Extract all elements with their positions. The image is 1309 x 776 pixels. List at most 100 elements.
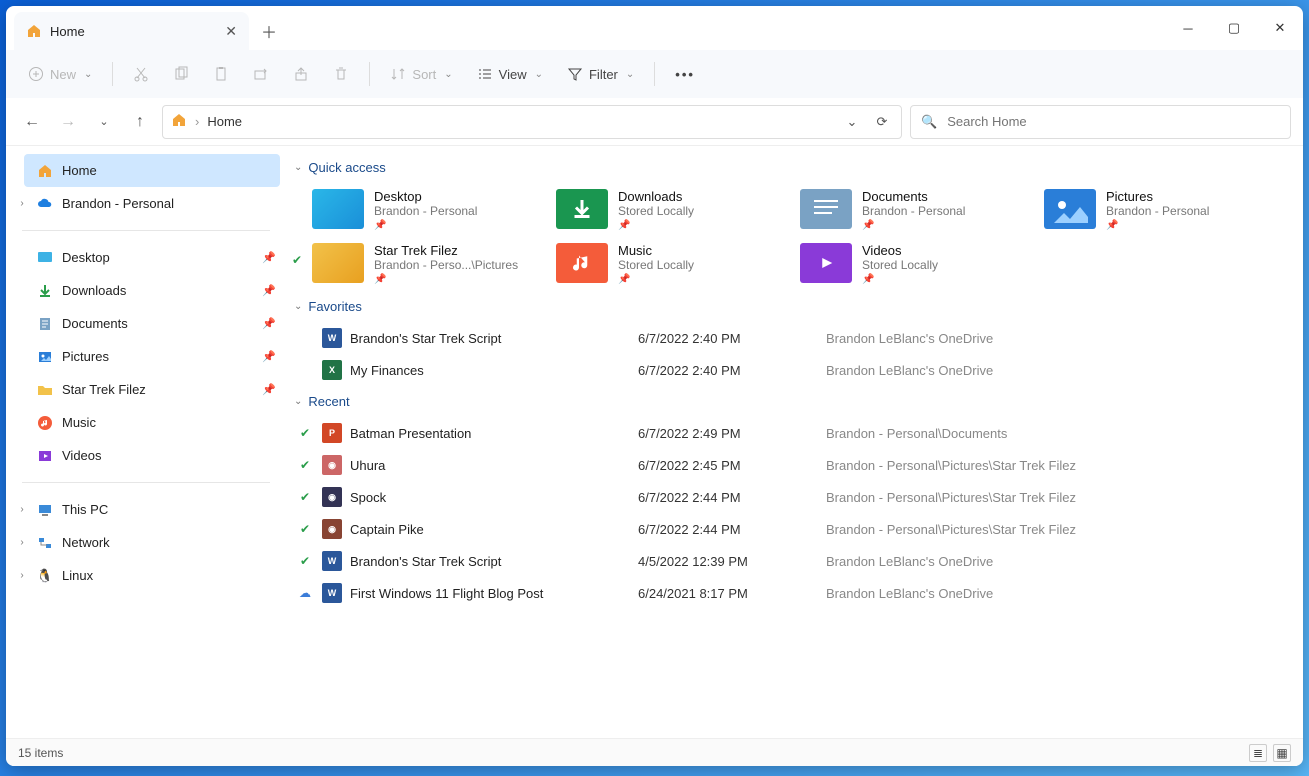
quick-access-item[interactable]: ✔ Star Trek Filez Brandon - Perso...\Pic… — [308, 239, 548, 289]
downloads-icon — [36, 282, 54, 300]
sidebar-item-downloads[interactable]: Downloads📌 — [6, 274, 286, 307]
sidebar-item-videos[interactable]: Videos — [6, 439, 286, 472]
thumbnails-view-button[interactable]: ▦ — [1273, 744, 1291, 762]
close-tab-icon[interactable]: ✕ — [225, 23, 237, 40]
pin-icon: 📌 — [262, 284, 276, 297]
share-button[interactable] — [283, 60, 319, 88]
view-button[interactable]: View ⌄ — [467, 60, 553, 88]
more-button[interactable]: ••• — [665, 61, 705, 88]
expand-icon[interactable]: › — [16, 537, 28, 548]
file-name: Uhura — [350, 458, 630, 473]
sidebar-item-linux[interactable]: › 🐧 Linux — [6, 559, 286, 592]
file-row[interactable]: ☁ W First Windows 11 Flight Blog Post 6/… — [296, 577, 1291, 609]
file-name: Captain Pike — [350, 522, 630, 537]
file-location: Brandon LeBlanc's OneDrive — [826, 586, 993, 601]
recent-locations-button[interactable]: ⌄ — [90, 108, 118, 136]
quick-access-item[interactable]: Videos Stored Locally 📌 — [796, 239, 1036, 289]
quick-access-item[interactable]: Documents Brandon - Personal 📌 — [796, 185, 1036, 235]
qa-name: Documents — [862, 189, 965, 204]
qa-sub: Stored Locally — [618, 258, 694, 272]
item-count: 15 items — [18, 746, 63, 760]
favorites-list: W Brandon's Star Trek Script 6/7/2022 2:… — [290, 320, 1291, 388]
qa-name: Desktop — [374, 189, 477, 204]
file-row[interactable]: ✔ W Brandon's Star Trek Script 4/5/2022 … — [296, 545, 1291, 577]
minimize-button[interactable]: ─ — [1165, 6, 1211, 50]
details-view-button[interactable]: ≣ — [1249, 744, 1267, 762]
file-row[interactable]: X My Finances 6/7/2022 2:40 PM Brandon L… — [296, 354, 1291, 386]
sidebar-item-music[interactable]: Music — [6, 406, 286, 439]
sidebar: Home › Brandon - Personal Desktop📌 Downl… — [6, 146, 286, 738]
file-type-icon: P — [322, 423, 342, 443]
section-recent[interactable]: ⌄ Recent — [290, 388, 1291, 415]
file-type-icon: X — [322, 360, 342, 380]
history-dropdown-button[interactable]: ⌄ — [841, 114, 863, 130]
up-button[interactable]: ↑ — [126, 108, 154, 136]
file-row[interactable]: W Brandon's Star Trek Script 6/7/2022 2:… — [296, 322, 1291, 354]
file-location: Brandon - Personal\Pictures\Star Trek Fi… — [826, 522, 1076, 537]
sidebar-item-network[interactable]: › Network — [6, 526, 286, 559]
expand-icon[interactable]: › — [16, 570, 28, 581]
new-button[interactable]: New ⌄ — [18, 60, 102, 88]
file-row[interactable]: ✔ ◉ Captain Pike 6/7/2022 2:44 PM Brando… — [296, 513, 1291, 545]
sync-check-icon: ✔ — [296, 490, 314, 504]
expand-icon[interactable]: › — [16, 198, 28, 209]
status-bar: 15 items ≣ ▦ — [6, 738, 1303, 766]
quick-access-grid: Desktop Brandon - Personal 📌 Downloads S… — [290, 181, 1291, 293]
search-box[interactable]: 🔍 — [910, 105, 1291, 139]
close-window-button[interactable]: ✕ — [1257, 6, 1303, 50]
music-icon — [36, 414, 54, 432]
filter-button[interactable]: Filter ⌄ — [557, 60, 644, 88]
sort-button[interactable]: Sort ⌄ — [380, 60, 462, 88]
sidebar-item-home[interactable]: Home — [24, 154, 280, 187]
file-date: 6/7/2022 2:40 PM — [638, 331, 818, 346]
recent-list: ✔ P Batman Presentation 6/7/2022 2:49 PM… — [290, 415, 1291, 611]
sync-check-icon: ✔ — [296, 426, 314, 440]
file-location: Brandon LeBlanc's OneDrive — [826, 331, 993, 346]
new-tab-button[interactable]: ＋ — [253, 15, 285, 47]
home-icon — [171, 112, 187, 131]
quick-access-item[interactable]: Pictures Brandon - Personal 📌 — [1040, 185, 1280, 235]
breadcrumb-location[interactable]: Home — [207, 114, 242, 129]
sidebar-item-desktop[interactable]: Desktop📌 — [6, 241, 286, 274]
section-favorites[interactable]: ⌄ Favorites — [290, 293, 1291, 320]
quick-access-item[interactable]: Music Stored Locally 📌 — [552, 239, 792, 289]
section-quick-access[interactable]: ⌄ Quick access — [290, 154, 1291, 181]
maximize-button[interactable]: ▢ — [1211, 6, 1257, 50]
sidebar-item-thispc[interactable]: › This PC — [6, 493, 286, 526]
sidebar-item-documents[interactable]: Documents📌 — [6, 307, 286, 340]
search-input[interactable] — [945, 113, 1280, 130]
qa-name: Star Trek Filez — [374, 243, 518, 258]
file-name: Brandon's Star Trek Script — [350, 331, 630, 346]
file-name: Brandon's Star Trek Script — [350, 554, 630, 569]
file-type-icon: ◉ — [322, 487, 342, 507]
chevron-down-icon: ⌄ — [444, 69, 452, 80]
file-location: Brandon - Personal\Pictures\Star Trek Fi… — [826, 458, 1076, 473]
qa-name: Videos — [862, 243, 938, 258]
file-row[interactable]: ✔ ◉ Uhura 6/7/2022 2:45 PM Brandon - Per… — [296, 449, 1291, 481]
rename-button[interactable] — [243, 60, 279, 88]
breadcrumb[interactable]: › Home ⌄ ⟳ — [162, 105, 902, 139]
file-row[interactable]: ✔ ◉ Spock 6/7/2022 2:44 PM Brandon - Per… — [296, 481, 1291, 513]
file-date: 6/7/2022 2:44 PM — [638, 522, 818, 537]
linux-icon: 🐧 — [36, 567, 54, 585]
search-icon: 🔍 — [921, 114, 937, 130]
copy-button[interactable] — [163, 60, 199, 88]
desktop-icon — [36, 249, 54, 267]
refresh-button[interactable]: ⟳ — [871, 114, 893, 130]
quick-access-item[interactable]: Downloads Stored Locally 📌 — [552, 185, 792, 235]
delete-button[interactable] — [323, 60, 359, 88]
file-row[interactable]: ✔ P Batman Presentation 6/7/2022 2:49 PM… — [296, 417, 1291, 449]
qa-name: Music — [618, 243, 694, 258]
sidebar-item-personal[interactable]: › Brandon - Personal — [6, 187, 286, 220]
back-button[interactable]: ← — [18, 108, 46, 136]
sidebar-item-pictures[interactable]: Pictures📌 — [6, 340, 286, 373]
expand-icon[interactable]: › — [16, 504, 28, 515]
forward-button[interactable]: → — [54, 108, 82, 136]
file-type-icon: W — [322, 583, 342, 603]
quick-access-item[interactable]: Desktop Brandon - Personal 📌 — [308, 185, 548, 235]
cut-button[interactable] — [123, 60, 159, 88]
paste-button[interactable] — [203, 60, 239, 88]
tab-home[interactable]: Home ✕ — [14, 12, 249, 50]
sidebar-item-startrek[interactable]: Star Trek Filez📌 — [6, 373, 286, 406]
pin-icon: 📌 — [862, 220, 965, 231]
